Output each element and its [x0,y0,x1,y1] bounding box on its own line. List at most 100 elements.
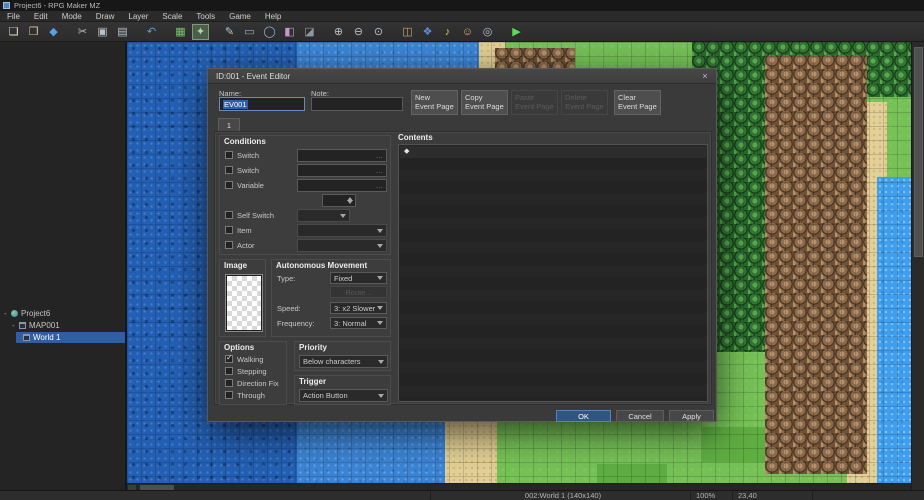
self-switch-dropdown[interactable] [297,209,350,222]
self-switch-label: Self Switch [237,211,274,220]
paste-event-page-button[interactable]: Paste Event Page [511,90,558,115]
check-icon: ✓ [226,353,233,362]
save-project-icon[interactable]: ◆ [45,24,62,40]
tree-item-world1-selected[interactable]: World 1 [16,332,125,343]
variable-checkbox[interactable] [225,181,233,189]
new-event-page-button[interactable]: New Event Page [411,90,458,115]
character-generator-icon[interactable]: ☺ [459,24,476,40]
delete-event-page-button[interactable]: Delete Event Page [561,90,608,115]
tab-page-1[interactable]: 1 [218,118,240,132]
shadow-pen-tool-icon[interactable]: ◪ [301,24,318,40]
undo-icon[interactable]: ↶ [143,24,160,40]
clear-event-page-button[interactable]: Clear Event Page [614,90,661,115]
tree-item-project[interactable]: - Project6 [4,308,50,319]
flood-fill-tool-icon[interactable]: ◧ [281,24,298,40]
cancel-button[interactable]: Cancel [616,410,664,422]
direction-fix-checkbox[interactable] [225,379,233,387]
contents-list[interactable]: ◆ [398,144,708,402]
type-dropdown[interactable]: Fixed [330,272,387,284]
tree-item-map001[interactable]: - MAP001 [12,320,60,331]
ellipse-tool-icon[interactable]: ◯ [261,24,278,40]
menu-help[interactable]: Help [258,11,288,22]
menu-game[interactable]: Game [222,11,258,22]
item-checkbox[interactable] [225,226,233,234]
switch2-label: Switch [237,166,259,175]
actor-dropdown[interactable] [297,239,387,252]
frequency-dropdown[interactable]: 3: Normal [330,317,387,329]
contents-command-row[interactable]: ◆ [400,146,706,158]
close-icon[interactable]: × [698,69,712,84]
zoom-actual-icon[interactable]: ⊙ [370,24,387,40]
map-edit-mode-icon[interactable]: ▦ [172,24,189,40]
cut-icon[interactable]: ✂ [74,24,91,40]
sound-test-icon[interactable]: ♪ [439,24,456,40]
switch1-field[interactable]: … [297,149,387,162]
self-switch-checkbox[interactable] [225,211,233,219]
event-edit-mode-icon[interactable]: ✦ [192,24,209,40]
event-searcher-icon[interactable]: ◎ [479,24,496,40]
menu-mode[interactable]: Mode [55,11,89,22]
through-label: Through [237,391,265,400]
menu-file[interactable]: File [0,11,27,22]
status-map-info: 002:World 1 (140x140) [430,491,690,500]
menu-layer[interactable]: Layer [121,11,155,22]
apply-button[interactable]: Apply [669,410,714,422]
movement-group: Autonomous Movement Type: Fixed Route...… [271,259,391,337]
name-input[interactable]: EV001 [219,97,305,111]
switch1-label: Switch [237,151,259,160]
status-empty-cell [812,491,924,500]
stepping-checkbox[interactable] [225,367,233,375]
through-checkbox[interactable] [225,391,233,399]
menu-scale[interactable]: Scale [155,11,189,22]
app-icon [3,2,10,9]
ok-button[interactable]: OK [556,410,611,422]
switch1-checkbox[interactable] [225,151,233,159]
status-coordinates: 23,40 [732,491,812,500]
horizontal-scrollbar[interactable] [127,483,911,490]
walking-checkbox[interactable]: ✓ [225,355,233,363]
rectangle-tool-icon[interactable]: ▭ [241,24,258,40]
playtest-icon[interactable]: ▶ [508,24,525,40]
event-image-box[interactable] [226,275,262,331]
plugin-manager-icon[interactable]: ❖ [419,24,436,40]
map-region-mountains [765,55,867,474]
speed-dropdown[interactable]: 3: x2 Slower [330,302,387,314]
vertical-scrollbar[interactable] [911,42,924,490]
dialog-titlebar[interactable]: ID:001 - Event Editor [208,69,716,84]
menu-draw[interactable]: Draw [89,11,122,22]
pencil-tool-icon[interactable]: ✎ [221,24,238,40]
item-dropdown[interactable] [297,224,387,237]
switch2-checkbox[interactable] [225,166,233,174]
copy-icon[interactable]: ▣ [94,24,111,40]
note-input[interactable] [311,97,403,111]
item-label: Item [237,226,252,235]
variable-field[interactable]: … [297,179,387,192]
open-project-icon[interactable]: ❐ [25,24,42,40]
movement-title: Autonomous Movement [276,261,367,270]
priority-dropdown[interactable]: Below characters [299,355,388,368]
menu-edit[interactable]: Edit [27,11,55,22]
trigger-dropdown[interactable]: Action Button [299,389,388,402]
zoom-in-icon[interactable]: ⊕ [330,24,347,40]
project-icon [11,310,18,317]
image-title: Image [224,261,247,270]
vertical-scrollbar-thumb[interactable] [914,47,923,257]
menu-tools[interactable]: Tools [189,11,222,22]
map-tree-panel: - Project6 - MAP001 World 1 [0,42,125,490]
switch2-field[interactable]: … [297,164,387,177]
window-title: Project6 - RPG Maker MZ [14,1,100,10]
route-button[interactable]: Route... [330,286,387,298]
expander-icon[interactable]: - [12,321,18,330]
copy-event-page-button[interactable]: Copy Event Page [461,90,508,115]
new-project-icon[interactable]: ❏ [5,24,22,40]
expander-icon[interactable]: - [4,309,10,318]
actor-checkbox[interactable] [225,241,233,249]
zoom-out-icon[interactable]: ⊖ [350,24,367,40]
tree-item-label: Project6 [21,309,50,318]
variable-value-stepper[interactable] [322,194,356,207]
trigger-title: Trigger [299,377,326,386]
database-icon[interactable]: ◫ [399,24,416,40]
stepper-down-icon[interactable] [347,200,353,204]
paste-icon[interactable]: ▤ [114,24,131,40]
priority-title: Priority [299,343,327,352]
